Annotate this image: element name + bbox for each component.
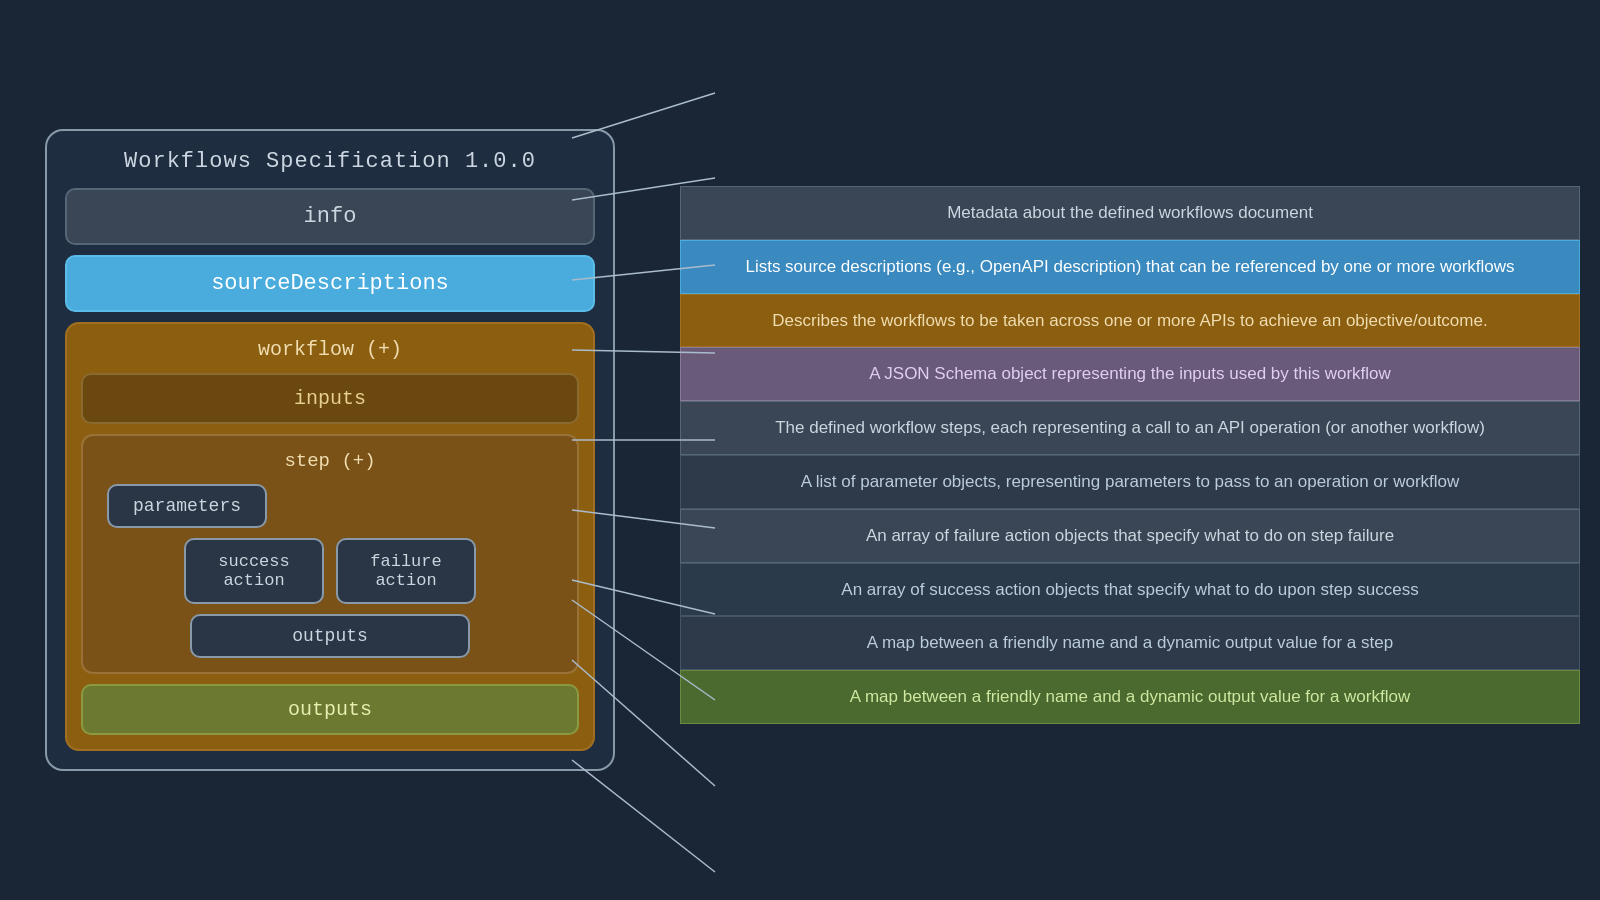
desc-failure-action: An array of failure action objects that … — [680, 509, 1580, 563]
desc-source: Lists source descriptions (e.g., OpenAPI… — [680, 240, 1580, 294]
inputs-button: inputs — [81, 373, 579, 424]
desc-workflow: Describes the workflows to be taken acro… — [680, 294, 1580, 348]
desc-step: The defined workflow steps, each represe… — [680, 401, 1580, 455]
desc-inputs: A JSON Schema object representing the in… — [680, 347, 1580, 401]
desc-workflow-outputs: A map between a friendly name and a dyna… — [680, 670, 1580, 724]
left-panel: Workflows Specification 1.0.0 info sourc… — [20, 20, 640, 880]
workflow-title: workflow (+) — [81, 338, 579, 361]
main-container: Workflows Specification 1.0.0 info sourc… — [0, 0, 1600, 900]
success-action-button: successaction — [184, 538, 324, 604]
info-button: info — [65, 188, 595, 245]
action-row: successaction failureaction — [97, 538, 563, 604]
desc-step-outputs: A map between a friendly name and a dyna… — [680, 616, 1580, 670]
spec-title: Workflows Specification 1.0.0 — [65, 149, 595, 174]
spec-box: Workflows Specification 1.0.0 info sourc… — [45, 129, 615, 771]
workflow-outputs-button: outputs — [81, 684, 579, 735]
step-outputs-button: outputs — [190, 614, 470, 658]
right-panel: Metadata about the defined workflows doc… — [640, 20, 1580, 880]
step-title: step (+) — [97, 450, 563, 472]
parameters-button: parameters — [107, 484, 267, 528]
source-descriptions-button: sourceDescriptions — [65, 255, 595, 312]
failure-action-button: failureaction — [336, 538, 476, 604]
workflow-box: workflow (+) inputs step (+) parameters … — [65, 322, 595, 751]
desc-success-action: An array of success action objects that … — [680, 563, 1580, 617]
step-box: step (+) parameters successaction failur… — [81, 434, 579, 674]
desc-parameters: A list of parameter objects, representin… — [680, 455, 1580, 509]
desc-info: Metadata about the defined workflows doc… — [680, 186, 1580, 240]
